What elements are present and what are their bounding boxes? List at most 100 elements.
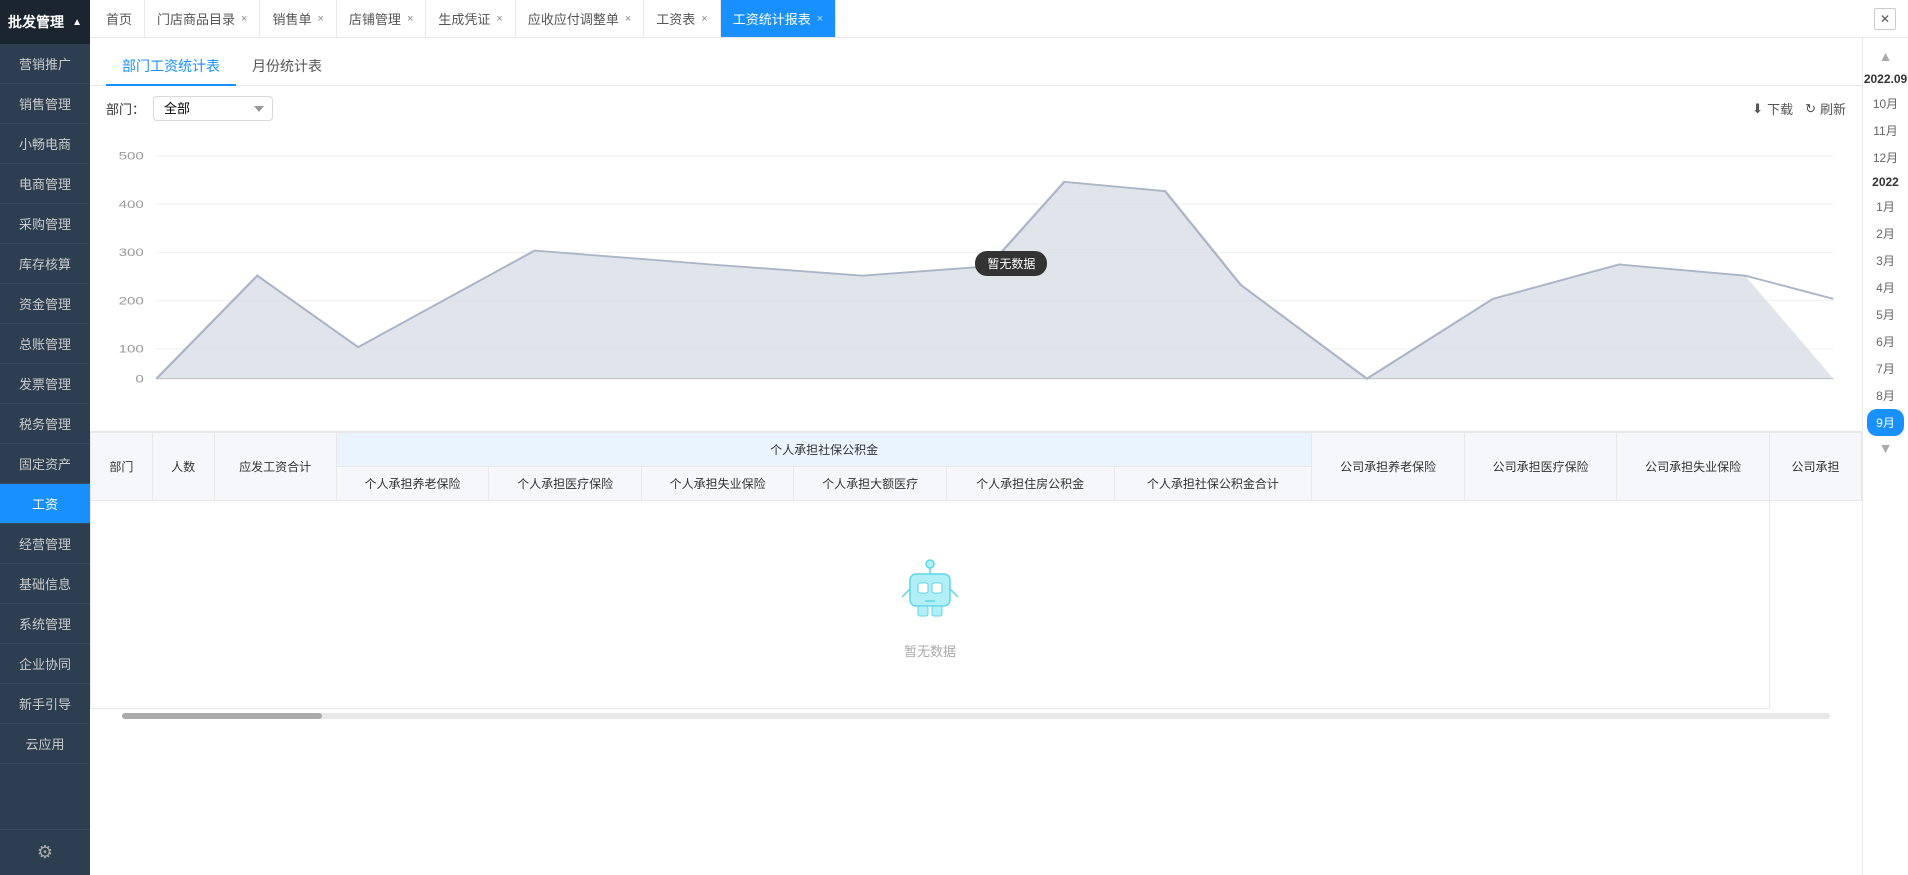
sidebar-item-4[interactable]: 采购管理: [0, 204, 90, 244]
timeline-down-arrow[interactable]: ▼: [1875, 436, 1897, 460]
sidebar-item-17[interactable]: 云应用: [0, 724, 90, 764]
scroll-indicator[interactable]: [122, 713, 1830, 719]
tab-3[interactable]: 店铺管理×: [337, 0, 426, 38]
scroll-thumb: [122, 713, 322, 719]
dept-label: 部门：: [106, 99, 145, 118]
table-empty-row: 暂无数据: [91, 501, 1770, 709]
refresh-icon: ↻: [1805, 101, 1816, 117]
timeline-up-arrow[interactable]: ▲: [1875, 44, 1897, 68]
sidebar-item-7[interactable]: 总账管理: [0, 324, 90, 364]
table-empty-text: 暂无数据: [904, 641, 956, 660]
settings-icon[interactable]: ⚙: [37, 842, 53, 863]
tab-close-icon-7[interactable]: ×: [817, 13, 823, 25]
svg-text:500: 500: [119, 150, 144, 163]
dept-select[interactable]: 全部: [153, 96, 273, 121]
chart-area-fill: [156, 182, 1833, 379]
col-personal-unemploy: 个人承担失业保险: [641, 467, 794, 501]
sidebar-item-3[interactable]: 电商管理: [0, 164, 90, 204]
timeline-year-2022: 2022.09: [1862, 68, 1908, 90]
timeline-month-5[interactable]: 5月: [1863, 301, 1908, 328]
tab-5[interactable]: 应收应付调整单×: [516, 0, 644, 38]
toolbar: 部门： 全部 ⬇ 下载 ↻ 刷新: [90, 86, 1862, 131]
tab-4[interactable]: 生成凭证×: [426, 0, 515, 38]
tab-close-icon-6[interactable]: ×: [701, 13, 707, 25]
content-area: 部门工资统计表 月份统计表 部门： 全部 ⬇ 下载 ↻: [90, 38, 1908, 875]
no-data-tooltip: 暂无数据: [975, 251, 1047, 276]
download-label: 下载: [1767, 99, 1793, 118]
tab-dept-stats[interactable]: 部门工资统计表: [106, 48, 236, 86]
tab-1[interactable]: 门店商品目录×: [145, 0, 260, 38]
svg-text:200: 200: [119, 294, 144, 307]
tab-close-icon-3[interactable]: ×: [407, 13, 413, 25]
timeline-month-6[interactable]: 6月: [1863, 328, 1908, 355]
sidebar-item-13[interactable]: 基础信息: [0, 564, 90, 604]
sidebar-collapse-arrow: ▲: [72, 17, 82, 28]
sidebar-footer: ⚙: [0, 829, 90, 875]
tab-2[interactable]: 销售单×: [260, 0, 336, 38]
chart-svg: 500 400 300 200 100 0: [106, 141, 1846, 401]
svg-text:400: 400: [119, 198, 144, 211]
sidebar-item-16[interactable]: 新手引导: [0, 684, 90, 724]
col-personal-medical: 个人承担医疗保险: [489, 467, 642, 501]
timeline-month-7[interactable]: 7月: [1863, 355, 1908, 382]
tab-close-icon-2[interactable]: ×: [317, 13, 323, 25]
col-personal-total: 个人承担社保公积金合计: [1114, 467, 1312, 501]
sub-tab-bar: 部门工资统计表 月份统计表: [90, 38, 1862, 86]
main-area: 首页门店商品目录×销售单×店铺管理×生成凭证×应收应付调整单×工资表×工资统计报…: [90, 0, 1908, 875]
col-dept: 部门: [91, 433, 153, 501]
toolbar-left: 部门： 全部: [106, 96, 273, 121]
timeline-month-9[interactable]: 9月: [1867, 409, 1904, 436]
sidebar-item-12[interactable]: 经营管理: [0, 524, 90, 564]
sidebar-item-8[interactable]: 发票管理: [0, 364, 90, 404]
close-all-button[interactable]: ✕: [1874, 8, 1896, 30]
tab-actions: ✕: [1874, 8, 1904, 30]
tab-month-stats[interactable]: 月份统计表: [236, 48, 338, 86]
tab-7[interactable]: 工资统计报表×: [721, 0, 836, 38]
tab-0[interactable]: 首页: [94, 0, 145, 38]
download-icon: ⬇: [1752, 101, 1763, 117]
svg-text:300: 300: [119, 246, 144, 259]
timeline-month-2[interactable]: 2月: [1863, 220, 1908, 247]
svg-text:0: 0: [135, 372, 143, 385]
sidebar-item-14[interactable]: 系统管理: [0, 604, 90, 644]
tab-close-icon-5[interactable]: ×: [625, 13, 631, 25]
download-button[interactable]: ⬇ 下载: [1752, 99, 1793, 118]
sidebar-item-11[interactable]: 工资: [0, 484, 90, 524]
data-table: 部门 人数 应发工资合计 个人承担社保公积金 公司承担养老保险 公司承担医疗保险…: [90, 432, 1862, 709]
timeline-month-12[interactable]: 12月: [1863, 144, 1908, 171]
empty-robot-icon: [890, 549, 970, 629]
timeline-month-11[interactable]: 11月: [1863, 117, 1908, 144]
col-company-medical: 公司承担医疗保险: [1464, 433, 1617, 501]
tab-6[interactable]: 工资表×: [644, 0, 720, 38]
sidebar-item-15[interactable]: 企业协同: [0, 644, 90, 684]
sidebar-item-10[interactable]: 固定资产: [0, 444, 90, 484]
sidebar-item-5[interactable]: 库存核算: [0, 244, 90, 284]
sidebar-item-9[interactable]: 税务管理: [0, 404, 90, 444]
timeline-month-1[interactable]: 1月: [1863, 193, 1908, 220]
sidebar-header-label: 批发管理: [8, 12, 64, 32]
sidebar-item-6[interactable]: 资金管理: [0, 284, 90, 324]
sidebar-item-0[interactable]: 营销推广: [0, 44, 90, 84]
sidebar-item-1[interactable]: 销售管理: [0, 84, 90, 124]
col-company-pension: 公司承担养老保险: [1312, 433, 1465, 501]
col-company-unemploy: 公司承担失业保险: [1617, 433, 1770, 501]
sidebar: 批发管理 ▲ 营销推广销售管理小畅电商电商管理采购管理库存核算资金管理总账管理发…: [0, 0, 90, 875]
col-company-other: 公司承担: [1769, 433, 1861, 501]
tab-bar: 首页门店商品目录×销售单×店铺管理×生成凭证×应收应付调整单×工资表×工资统计报…: [90, 0, 1908, 38]
refresh-label: 刷新: [1820, 99, 1846, 118]
timeline-month-8[interactable]: 8月: [1863, 382, 1908, 409]
sidebar-item-2[interactable]: 小畅电商: [0, 124, 90, 164]
table-wrapper[interactable]: 部门 人数 应发工资合计 个人承担社保公积金 公司承担养老保险 公司承担医疗保险…: [90, 431, 1862, 875]
col-personal-bigmedical: 个人承担大额医疗: [794, 467, 947, 501]
timeline-month-3[interactable]: 3月: [1863, 247, 1908, 274]
refresh-button[interactable]: ↻ 刷新: [1805, 99, 1846, 118]
tab-close-icon-1[interactable]: ×: [241, 13, 247, 25]
col-total-salary: 应发工资合计: [214, 433, 336, 501]
svg-text:100: 100: [119, 343, 144, 356]
sidebar-header[interactable]: 批发管理 ▲: [0, 0, 90, 44]
timeline-month-10[interactable]: 10月: [1863, 90, 1908, 117]
tab-close-icon-4[interactable]: ×: [496, 13, 502, 25]
col-personal-group: 个人承担社保公积金: [336, 433, 1312, 467]
timeline-month-4[interactable]: 4月: [1863, 274, 1908, 301]
timeline-year-2023: 2022: [1870, 171, 1901, 193]
